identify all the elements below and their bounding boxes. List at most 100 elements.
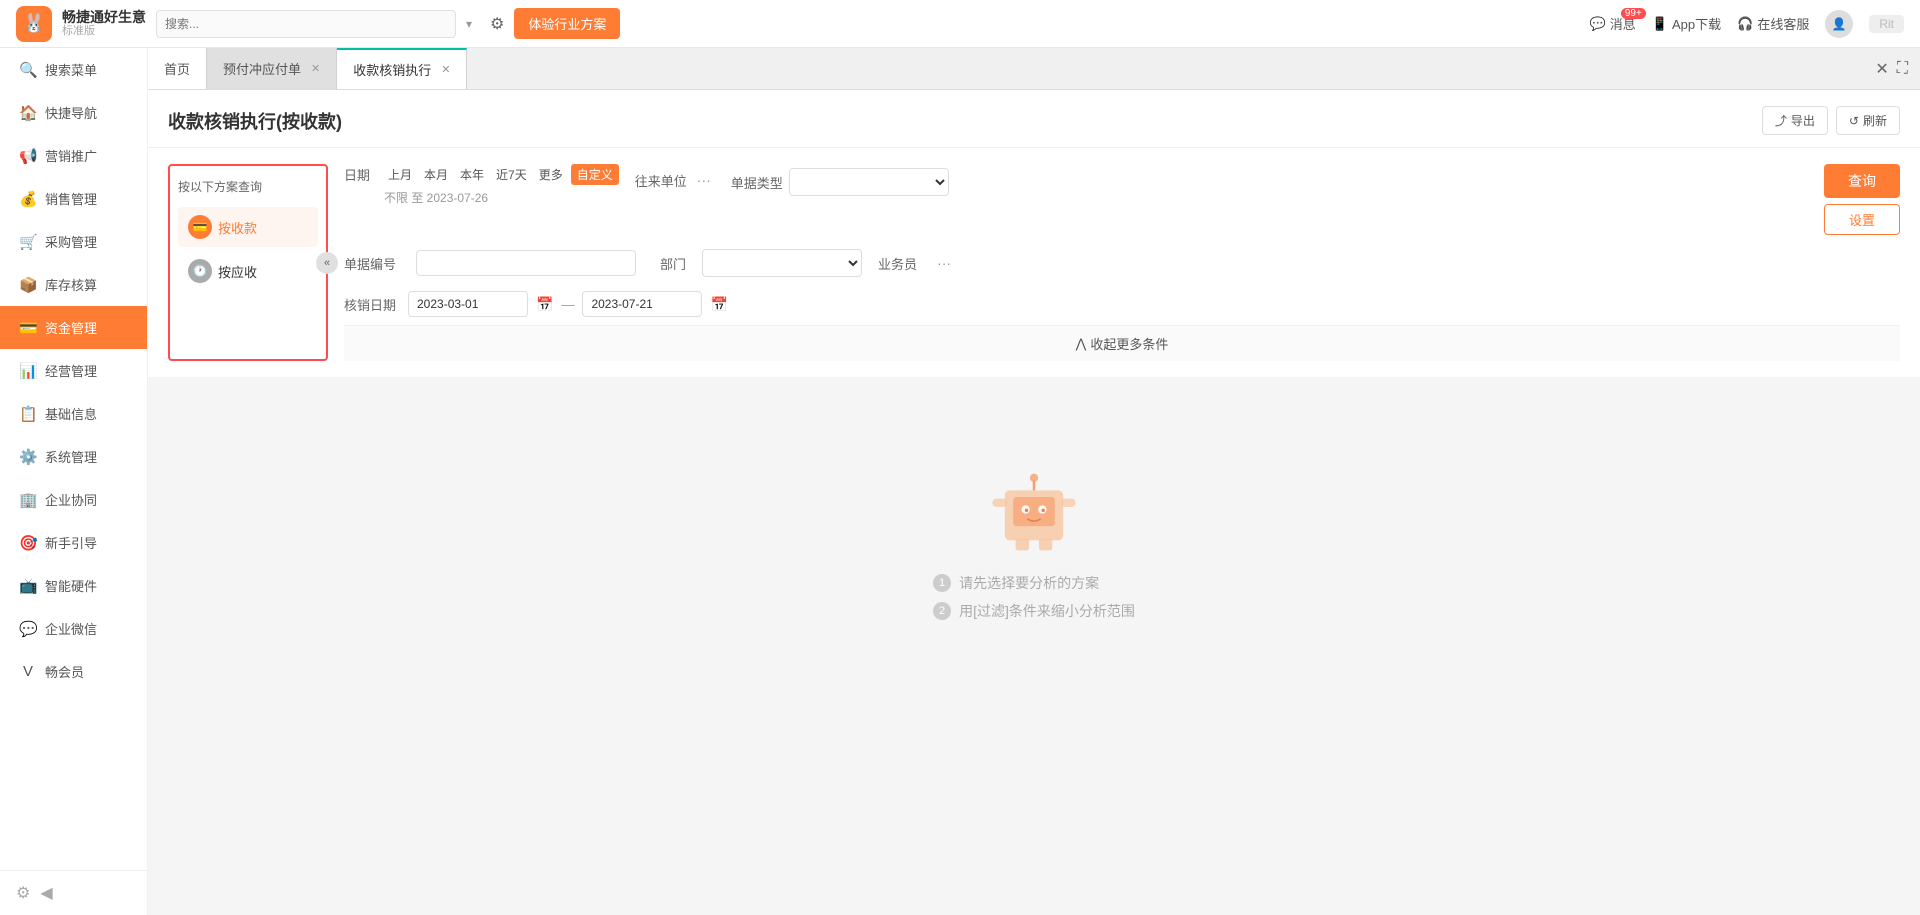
tab-maximize-icon[interactable]: ⛶	[1897, 60, 1908, 78]
online-service-label: 在线客服	[1757, 14, 1809, 33]
shortcut-more[interactable]: 更多	[535, 164, 567, 185]
app-download-btn[interactable]: 📱 App下载	[1652, 14, 1721, 33]
sidebar-item-label: 基础信息	[45, 404, 97, 423]
refresh-button[interactable]: ↺ 刷新	[1836, 106, 1900, 135]
tab-close-all-icon[interactable]: ✕	[1875, 59, 1888, 79]
sidebar-item-smart-hw[interactable]: 📺 智能硬件	[0, 564, 147, 607]
sidebar-item-basic-info[interactable]: 📋 基础信息	[0, 392, 147, 435]
doc-type-select[interactable]	[789, 168, 949, 196]
wechat-icon: 💬	[19, 620, 37, 638]
brand-sub: 标准版	[62, 25, 146, 38]
shortcut-custom[interactable]: 自定义	[571, 164, 619, 185]
top-bar: 🐰 畅捷通好生意 标准版 ▾ ⚙ 体验行业方案 💬 消息 99+ 📱 App下载…	[0, 0, 1920, 48]
filter-option-by-receipt[interactable]: 💳 按收款	[178, 207, 318, 247]
filter-option-label: 按应收	[218, 262, 257, 281]
filter-sidebar: 按以下方案查询 💳 按收款 🕐 按应收 «	[168, 164, 328, 361]
guide-icon: 🎯	[19, 534, 37, 552]
sidebar-item-sales[interactable]: 💰 销售管理	[0, 177, 147, 220]
home-icon: 🏠	[19, 104, 37, 122]
export-icon: ⤴	[1775, 112, 1787, 129]
message-badge: 99+	[1621, 8, 1646, 19]
collapse-icon: «	[324, 257, 330, 269]
building-icon: 🏢	[19, 491, 37, 509]
sidebar-item-label: 企业协同	[45, 490, 97, 509]
footer-settings-icon[interactable]: ⚙	[16, 883, 30, 903]
calendar-end-icon[interactable]: 📅	[710, 296, 727, 313]
dollar-icon: 💰	[19, 190, 37, 208]
page-header: 收款核销执行(按收款) ⤴ 导出 ↺ 刷新	[148, 90, 1920, 148]
sidebar-item-quick-nav[interactable]: 🏠 快捷导航	[0, 91, 147, 134]
user-avatar[interactable]: 👤	[1825, 10, 1853, 38]
app-brand: 畅捷通好生意 标准版	[62, 9, 146, 39]
calendar-start-icon[interactable]: 📅	[536, 296, 553, 313]
sidebar-item-operation[interactable]: 📊 经营管理	[0, 349, 147, 392]
filter-collapse-button[interactable]: «	[316, 252, 338, 274]
collapse-more-button[interactable]: ⋀ 收起更多条件	[344, 325, 1900, 361]
sidebar-item-search-menu[interactable]: 🔍 搜索菜单	[0, 48, 147, 91]
solution-button[interactable]: 体验行业方案	[514, 8, 620, 39]
megaphone-icon: 📢	[19, 147, 37, 165]
filter-panel: 按以下方案查询 💳 按收款 🕐 按应收 « 日期	[148, 148, 1920, 377]
message-btn[interactable]: 💬 消息 99+	[1590, 14, 1636, 33]
empty-hint-2: 2 用[过滤]条件来缩小分析范围	[933, 601, 1135, 621]
collapse-more-label: 收起更多条件	[1090, 334, 1168, 353]
sidebar-item-label: 搜索菜单	[45, 60, 97, 79]
sidebar-item-wechat[interactable]: 💬 企业微信	[0, 607, 147, 650]
tab-home[interactable]: 首页	[148, 48, 207, 89]
main-content: 收款核销执行(按收款) ⤴ 导出 ↺ 刷新 按以下方案查询 💳 按收款 🕐 按应…	[148, 90, 1920, 915]
empty-state: 1 请先选择要分析的方案 2 用[过滤]条件来缩小分析范围	[148, 377, 1920, 701]
shortcut-this-year[interactable]: 本年	[456, 164, 488, 185]
sidebar-item-label: 智能硬件	[45, 576, 97, 595]
query-button[interactable]: 查询	[1824, 164, 1900, 198]
sidebar-item-system[interactable]: ⚙️ 系统管理	[0, 435, 147, 478]
sidebar-item-purchase[interactable]: 🛒 采购管理	[0, 220, 147, 263]
chart-icon: 📊	[19, 362, 37, 380]
tab-prepay[interactable]: 预付冲应付单 ✕	[207, 48, 337, 89]
hint-num-2: 2	[933, 602, 951, 620]
filter-option-by-receivable[interactable]: 🕐 按应收	[178, 251, 318, 291]
sidebar-item-inventory[interactable]: 📦 库存核算	[0, 263, 147, 306]
search-dropdown-icon[interactable]: ▾	[466, 17, 472, 31]
cart-icon: 🛒	[19, 233, 37, 251]
sidebar-footer: ⚙ ◀	[0, 870, 147, 915]
tab-prepay-label: 预付冲应付单	[223, 59, 301, 78]
headset-icon: 🎧	[1737, 16, 1753, 32]
sidebar-item-enterprise[interactable]: 🏢 企业协同	[0, 478, 147, 521]
collapse-up-icon: ⋀	[1076, 336, 1087, 352]
shortcut-7days[interactable]: 近7天	[492, 164, 531, 185]
search-input[interactable]	[156, 10, 456, 38]
doc-num-input[interactable]	[416, 250, 636, 276]
tab-bar-controls: ✕ ⛶	[1863, 59, 1920, 79]
empty-illustration	[984, 457, 1084, 557]
tab-prepay-close-icon[interactable]: ✕	[311, 62, 320, 75]
sidebar-item-member[interactable]: V 畅会员	[0, 650, 147, 693]
verify-date-end-input[interactable]	[582, 291, 702, 317]
tab-collection-label: 收款核销执行	[353, 60, 431, 79]
shortcut-this-month[interactable]: 本月	[420, 164, 452, 185]
sidebar-item-guide[interactable]: 🎯 新手引导	[0, 521, 147, 564]
top-bar-right: 💬 消息 99+ 📱 App下载 🎧 在线客服 👤 Rit	[1590, 10, 1904, 38]
date-shortcuts: 上月 本月 本年 近7天 更多 自定义	[384, 164, 619, 185]
tab-home-label: 首页	[164, 59, 190, 78]
tab-collection-close-icon[interactable]: ✕	[441, 63, 450, 76]
dept-select[interactable]	[702, 249, 862, 277]
counterpart-select-button[interactable]: ···	[693, 168, 715, 192]
sidebar-item-label: 采购管理	[45, 232, 97, 251]
staff-select-button[interactable]: ···	[933, 251, 955, 275]
hint-num-1: 1	[933, 574, 951, 592]
date-no-limit: 不限 至 2023-07-26	[384, 189, 488, 206]
page-title: 收款核销执行(按收款)	[168, 108, 342, 134]
verify-date-start-input[interactable]	[408, 291, 528, 317]
shortcut-last-month[interactable]: 上月	[384, 164, 416, 185]
member-icon: V	[19, 663, 37, 680]
verify-date-label: 核销日期	[344, 295, 400, 314]
sidebar-item-label: 营销推广	[45, 146, 97, 165]
sidebar-collapse-icon[interactable]: ◀	[40, 883, 52, 903]
tab-collection[interactable]: 收款核销执行 ✕	[337, 48, 467, 89]
sidebar-item-marketing[interactable]: 📢 营销推广	[0, 134, 147, 177]
gear-icon[interactable]: ⚙	[490, 14, 504, 34]
export-button[interactable]: ⤴ 导出	[1762, 106, 1828, 135]
settings-button[interactable]: 设置	[1824, 204, 1900, 235]
sidebar-item-finance[interactable]: 💳 资金管理	[0, 306, 147, 349]
online-service-btn[interactable]: 🎧 在线客服	[1737, 14, 1809, 33]
